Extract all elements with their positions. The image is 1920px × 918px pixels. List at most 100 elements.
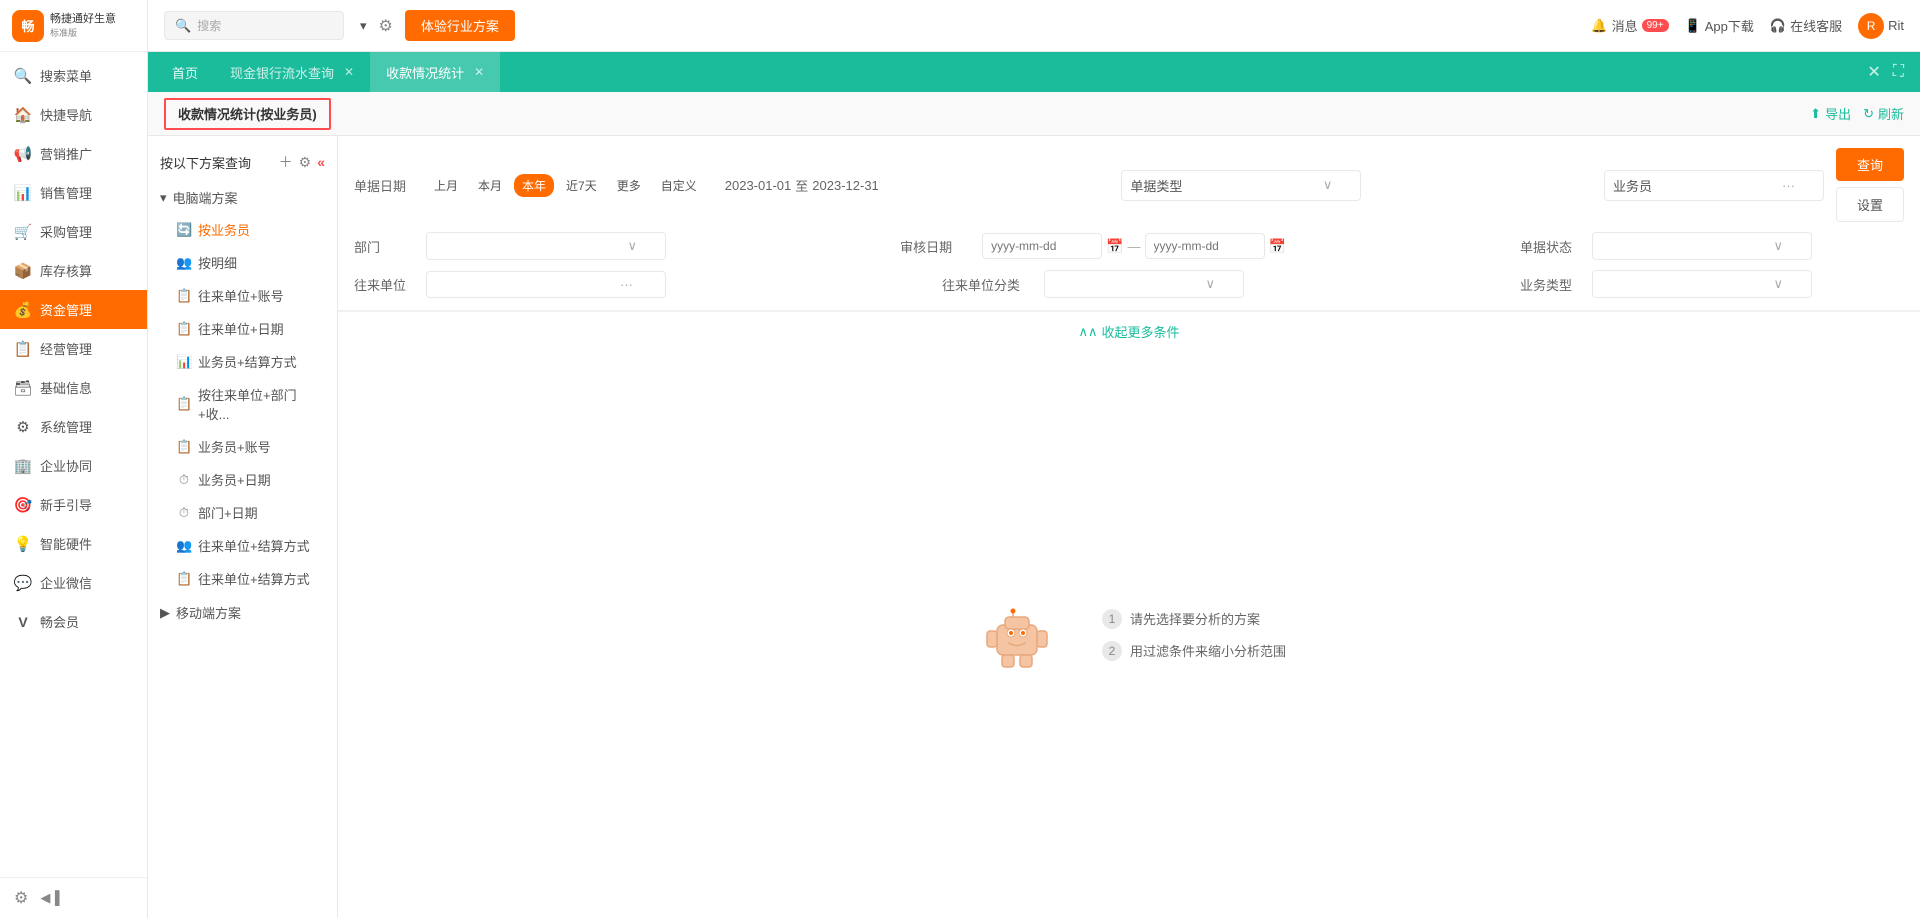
review-date-label: 审核日期 <box>900 237 970 256</box>
tab-collection-stat[interactable]: 收款情况统计 ✕ <box>370 52 500 92</box>
sidebar-item-quick-nav[interactable]: 🏠 快捷导航 <box>0 95 147 134</box>
newbie-icon: 🎯 <box>14 496 32 514</box>
collapse-more-conditions-bar[interactable]: ∧∧ 收起更多条件 <box>338 311 1920 351</box>
collapse-scheme-icon[interactable]: « <box>317 154 325 170</box>
gear-icon[interactable]: ⚙ <box>379 16 393 36</box>
date-tab-this-year[interactable]: 本年 <box>514 174 554 197</box>
try-solution-button[interactable]: 体验行业方案 <box>405 10 515 41</box>
review-date-to-input[interactable] <box>1145 233 1265 259</box>
scheme-item-unit-settlement1[interactable]: 👥 往来单位+结算方式 <box>148 529 337 562</box>
chevron-down-icon: ∨ <box>1773 238 1783 254</box>
sidebar-footer: ⚙ ◀▐ <box>0 877 147 918</box>
date-tab-this-month[interactable]: 本月 <box>470 174 510 197</box>
sidebar-item-newbie[interactable]: 🎯 新手引导 <box>0 485 147 524</box>
sidebar-item-purchase[interactable]: 🛒 采购管理 <box>0 212 147 251</box>
biz-type-select[interactable]: ∨ <box>1592 270 1812 298</box>
chevron-down-icon: ∨ <box>1205 276 1215 292</box>
scheme-group-desktop-title[interactable]: ▾ 电脑端方案 <box>148 182 337 213</box>
tab-close-collection-stat[interactable]: ✕ <box>474 65 484 79</box>
add-scheme-icon[interactable]: ＋ <box>279 152 293 172</box>
online-service-btn[interactable]: 🎧 在线客服 <box>1770 16 1842 35</box>
notification-btn[interactable]: 🔔 消息 99+ <box>1591 16 1668 35</box>
sidebar-item-inventory[interactable]: 📦 库存核算 <box>0 251 147 290</box>
settings-button[interactable]: 设置 <box>1836 187 1904 222</box>
date-tab-last-month[interactable]: 上月 <box>426 174 466 197</box>
scheme-item-label: 业务员+日期 <box>198 470 271 489</box>
settings-icon[interactable]: ⚙ <box>14 888 28 908</box>
avatar: R <box>1858 13 1884 39</box>
export-button[interactable]: ⬆ 导出 <box>1810 104 1851 123</box>
scheme-item-dept-date[interactable]: ⏱ 部门+日期 <box>148 496 337 529</box>
inventory-icon: 📦 <box>14 262 32 280</box>
tab-bank-flow[interactable]: 现金银行流水查询 ✕ <box>214 52 370 92</box>
tab-home[interactable]: 首页 <box>156 52 214 92</box>
doc-type-select[interactable]: 单据类型 ∨ <box>1121 170 1361 201</box>
sidebar-item-operations[interactable]: 📋 经营管理 <box>0 329 147 368</box>
date-from: 2023-01-01 <box>725 178 792 193</box>
sidebar-item-smart-hw[interactable]: 💡 智能硬件 <box>0 524 147 563</box>
collapse-sidebar-btn[interactable]: ◀▐ <box>40 890 59 906</box>
sidebar-item-system[interactable]: ⚙ 系统管理 <box>0 407 147 446</box>
topbar-dropdown[interactable]: ▾ <box>360 18 367 34</box>
settings-scheme-icon[interactable]: ⚙ <box>299 154 312 171</box>
calendar-to-icon[interactable]: 📅 <box>1269 238 1286 255</box>
scheme-item-label: 往来单位+日期 <box>198 319 284 338</box>
scheme-item-unit-account[interactable]: 📋 往来单位+账号 <box>148 279 337 312</box>
date-tab-7days[interactable]: 近7天 <box>558 174 605 197</box>
sidebar-item-search-menu[interactable]: 🔍 搜索菜单 <box>0 56 147 95</box>
close-window-icon[interactable]: ✕ <box>1867 62 1880 82</box>
unit-category-select[interactable]: ∨ <box>1044 270 1244 298</box>
date-tabs: 上月 本月 本年 近7天 更多 自定义 <box>426 174 705 197</box>
scheme-item-unit-settlement2[interactable]: 📋 往来单位+结算方式 <box>148 562 337 595</box>
query-button[interactable]: 查询 <box>1836 148 1904 181</box>
scheme-item-by-detail[interactable]: 👥 按明细 <box>148 246 337 279</box>
logo-icon: 畅 <box>12 10 44 42</box>
sidebar: 畅 畅捷通好生意 标准版 🔍 搜索菜单 🏠 快捷导航 📢 营销推广 📊 销售管理… <box>0 0 148 918</box>
tab-close-bank-flow[interactable]: ✕ <box>344 65 354 79</box>
maximize-icon[interactable]: ⛶ <box>1893 63 1904 81</box>
sidebar-item-marketing[interactable]: 📢 营销推广 <box>0 134 147 173</box>
sidebar-item-member[interactable]: V 畅会员 <box>0 602 147 641</box>
unit-select[interactable]: ··· <box>426 271 666 298</box>
sidebar-item-basic-info[interactable]: 🗃 基础信息 <box>0 368 147 407</box>
sidebar-item-enterprise[interactable]: 🏢 企业协同 <box>0 446 147 485</box>
sidebar-item-sales[interactable]: 📊 销售管理 <box>0 173 147 212</box>
app-download-btn[interactable]: 📱 App下载 <box>1685 16 1754 35</box>
page-header: 收款情况统计(按业务员) ⬆ 导出 ↻ 刷新 <box>148 92 1920 136</box>
scheme-item-by-salesperson[interactable]: 🔄 按业务员 <box>148 213 337 246</box>
sidebar-item-wechat[interactable]: 💬 企业微信 <box>0 563 147 602</box>
sidebar-item-finance[interactable]: 💰 资金管理 <box>0 290 147 329</box>
sidebar-item-label: 销售管理 <box>40 183 92 202</box>
scheme-item-salesperson-account[interactable]: 📋 业务员+账号 <box>148 430 337 463</box>
scheme-item-unit-date[interactable]: 📋 往来单位+日期 <box>148 312 337 345</box>
scheme-item-label: 按往来单位+部门+收... <box>198 385 325 423</box>
scheme-group-mobile-title[interactable]: ▶ 移动端方案 <box>148 597 337 628</box>
topbar-search[interactable]: 🔍 搜索 <box>164 11 344 40</box>
date-tab-more[interactable]: 更多 <box>609 174 649 197</box>
desktop-group-label: 电脑端方案 <box>173 188 238 207</box>
review-date-from-input[interactable] <box>982 233 1102 259</box>
wechat-icon: 💬 <box>14 574 32 592</box>
chevron-down-icon: ∨ <box>627 238 637 254</box>
topbar-actions: 🔔 消息 99+ 📱 App下载 🎧 在线客服 R Rit <box>1591 13 1904 39</box>
unit-category-label: 往来单位分类 <box>942 275 1032 294</box>
calendar-from-icon[interactable]: 📅 <box>1106 238 1123 255</box>
sidebar-item-label: 系统管理 <box>40 417 92 436</box>
scheme-item-unit-dept-collection[interactable]: 📋 按往来单位+部门+收... <box>148 378 337 430</box>
query-btn-group: 查询 设置 <box>1836 148 1904 222</box>
unit-account-icon: 📋 <box>176 288 192 304</box>
sidebar-item-label: 库存核算 <box>40 261 92 280</box>
date-tab-custom[interactable]: 自定义 <box>653 174 705 197</box>
salesperson-settlement-icon: 📊 <box>176 354 192 370</box>
scheme-item-salesperson-settlement[interactable]: 📊 业务员+结算方式 <box>148 345 337 378</box>
hint-text-2: 用过滤条件来缩小分析范围 <box>1130 641 1286 660</box>
user-avatar[interactable]: R Rit <box>1858 13 1904 39</box>
doc-status-select[interactable]: ∨ <box>1592 232 1812 260</box>
logo-badge: 标准版 <box>50 26 116 39</box>
scheme-item-salesperson-date[interactable]: ⏱ 业务员+日期 <box>148 463 337 496</box>
refresh-button[interactable]: ↻ 刷新 <box>1863 104 1904 123</box>
salesperson-select[interactable]: 业务员 ··· <box>1604 170 1824 201</box>
basic-info-icon: 🗃 <box>14 379 32 397</box>
dept-select[interactable]: ∨ <box>426 232 666 260</box>
tab-label: 收款情况统计 <box>386 63 464 82</box>
